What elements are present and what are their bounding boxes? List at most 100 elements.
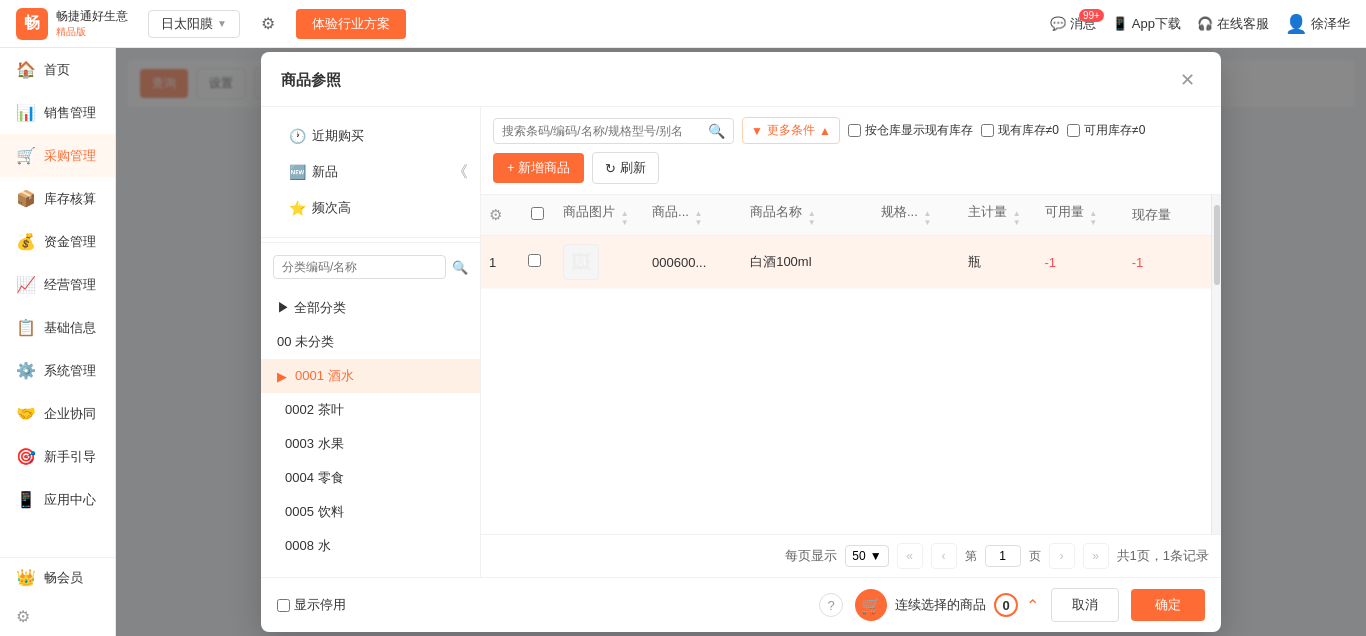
settings-icon[interactable]: ⚙ [252,8,284,40]
modal-footer: 显示停用 ? 🛒 连续选择的商品 0 ⌃ 取消 确定 [261,577,1221,632]
th-spec[interactable]: 规格... ▲▼ [873,195,960,236]
next-page-button[interactable]: › [1049,543,1075,569]
product-image: 🖼 [563,244,599,280]
prev-page-button[interactable]: ‹ [931,543,957,569]
category-search-input[interactable] [273,255,446,279]
show-disabled-checkbox[interactable] [277,599,290,612]
th-unit[interactable]: 主计量 ▲▼ [960,195,1036,236]
nonzero-stock-checkbox[interactable] [981,124,994,137]
row-stock: -1 [1124,236,1211,289]
cat-item-0010[interactable]: 0010 家电 [261,563,480,565]
left-panel-collapse-btn[interactable]: 《 [444,162,468,183]
store-arrow-icon: ▼ [217,18,227,29]
sidebar-item-inventory[interactable]: 📦 库存核算 [0,177,115,220]
left-divider [261,242,480,243]
new-icon: 🆕 [289,164,306,180]
vertical-scrollbar[interactable] [1211,195,1221,534]
modal-left-panel: 🕐 近期购买 🆕 新品 ⭐ 频次高 [261,107,481,577]
cancel-button[interactable]: 取消 [1051,588,1119,622]
sidebar-item-apps[interactable]: 📱 应用中心 [0,478,115,521]
store-selector[interactable]: 日太阳膜 ▼ [148,10,240,38]
sidebar-item-purchase[interactable]: 🛒 采购管理 [0,134,115,177]
refresh-button[interactable]: ↻ 刷新 [592,152,659,184]
image-placeholder: 🖼 [571,251,591,274]
checkbox-nonzero-stock[interactable]: 现有库存≠0 [981,122,1059,139]
table-scroll[interactable]: ⚙ 商品图片 ▲▼ [481,195,1211,534]
app-download-button[interactable]: 📱 App下载 [1112,15,1181,33]
table-row[interactable]: 1 🖼 [481,236,1211,289]
messages-button[interactable]: 💬 消息 99+ [1050,15,1096,33]
modal-close-button[interactable]: ✕ [1173,66,1201,94]
help-icon[interactable]: ? [819,593,843,617]
th-available-qty[interactable]: 可用量 ▲▼ [1037,195,1124,236]
sidebar-item-sales[interactable]: 📊 销售管理 [0,91,115,134]
search-submit-icon[interactable]: 🔍 [708,123,725,139]
cart-icon[interactable]: 🛒 [855,589,887,621]
th-checkbox [520,195,555,236]
recent-purchase-item[interactable]: 🕐 近期购买 [273,119,436,153]
th-stock-qty[interactable]: 现存量 [1124,195,1211,236]
sidebar-item-home[interactable]: 🏠 首页 [0,48,115,91]
user-menu[interactable]: 👤 徐泽华 [1285,13,1350,35]
scrollbar-thumb [1214,205,1220,285]
page-number-input[interactable] [985,545,1021,567]
row-avail: -1 [1037,236,1124,289]
purchase-icon: 🛒 [16,146,36,165]
cat-item-0001[interactable]: ▶ 0001 酒水 [261,359,480,393]
show-stock-checkbox[interactable] [848,124,861,137]
th-product-name[interactable]: 商品名称 ▲▼ [742,195,873,236]
row-select-checkbox[interactable] [528,254,541,267]
checkbox-show-stock[interactable]: 按仓库显示现有库存 [848,122,973,139]
row-checkbox [520,236,555,289]
cat-item-0004[interactable]: 0004 零食 [261,461,480,495]
product-reference-modal: 商品参照 ✕ 🕐 近期购买 [261,52,1221,632]
avail-stock-checkbox[interactable] [1067,124,1080,137]
select-all-checkbox[interactable] [531,207,544,220]
message-badge: 99+ [1079,9,1104,22]
cat-item-0008[interactable]: 0008 水 [261,529,480,563]
category-list: ▶ 全部分类 00 未分类 ▶ 0001 酒水 0002 茶叶 [261,287,480,565]
sidebar-item-finance[interactable]: 💰 资金管理 [0,220,115,263]
trial-button[interactable]: 体验行业方案 [296,9,406,39]
sidebar-item-guide[interactable]: 🎯 新手引导 [0,435,115,478]
sidebar-item-settings-bottom[interactable]: ⚙ [0,597,115,636]
page-size-label: 每页显示 [785,547,837,565]
checkbox-avail-stock[interactable]: 可用库存≠0 [1067,122,1145,139]
online-service-button[interactable]: 🎧 在线客服 [1197,15,1269,33]
th-settings: ⚙ [481,195,520,236]
show-disabled-wrap[interactable]: 显示停用 [277,596,346,614]
sidebar-item-member[interactable]: 👑 畅会员 [0,558,115,597]
th-product-code[interactable]: 商品... ▲▼ [644,195,742,236]
th-product-image[interactable]: 商品图片 ▲▼ [555,195,644,236]
gear-icon[interactable]: ⚙ [489,206,502,223]
confirm-button[interactable]: 确定 [1131,589,1205,621]
first-page-button[interactable]: « [897,543,923,569]
new-items-item[interactable]: 🆕 新品 [273,155,436,189]
sidebar-item-basic-info[interactable]: 📋 基础信息 [0,306,115,349]
cat-item-0003[interactable]: 0003 水果 [261,427,480,461]
category-search-icon[interactable]: 🔍 [452,260,468,275]
cat-item-0002[interactable]: 0002 茶叶 [261,393,480,427]
top-nav: 畅 畅捷通好生意 精品版 日太阳膜 ▼ ⚙ 体验行业方案 💬 消息 99+ 📱 … [0,0,1366,48]
filter-button[interactable]: ▼ 更多条件 ▲ [742,117,840,144]
sidebar-item-enterprise[interactable]: 🤝 企业协同 [0,392,115,435]
cart-label: 连续选择的商品 [895,596,986,614]
last-page-button[interactable]: » [1083,543,1109,569]
cart-collapse-icon[interactable]: ⌃ [1026,596,1039,615]
modal-header: 商品参照 ✕ [261,52,1221,107]
cat-item-0005[interactable]: 0005 饮料 [261,495,480,529]
sidebar-item-operations[interactable]: 📈 经营管理 [0,263,115,306]
add-product-button[interactable]: + 新增商品 [493,153,584,183]
page-size-select[interactable]: 50 ▼ [845,545,888,567]
cat-item-00[interactable]: 00 未分类 [261,325,480,359]
finance-icon: 💰 [16,232,36,251]
logo-icon: 畅 [16,8,48,40]
modal-overlay: 商品参照 ✕ 🕐 近期购买 [116,48,1366,636]
product-search-input[interactable] [502,124,702,138]
modal-left-quick-access: 🕐 近期购买 🆕 新品 ⭐ 频次高 [261,119,480,238]
inventory-icon: 📦 [16,189,36,208]
frequent-items-item[interactable]: ⭐ 频次高 [273,191,436,225]
cat-item-all[interactable]: ▶ 全部分类 [261,291,480,325]
sidebar-item-system[interactable]: ⚙️ 系统管理 [0,349,115,392]
logo-text: 畅捷通好生意 精品版 [56,8,128,39]
